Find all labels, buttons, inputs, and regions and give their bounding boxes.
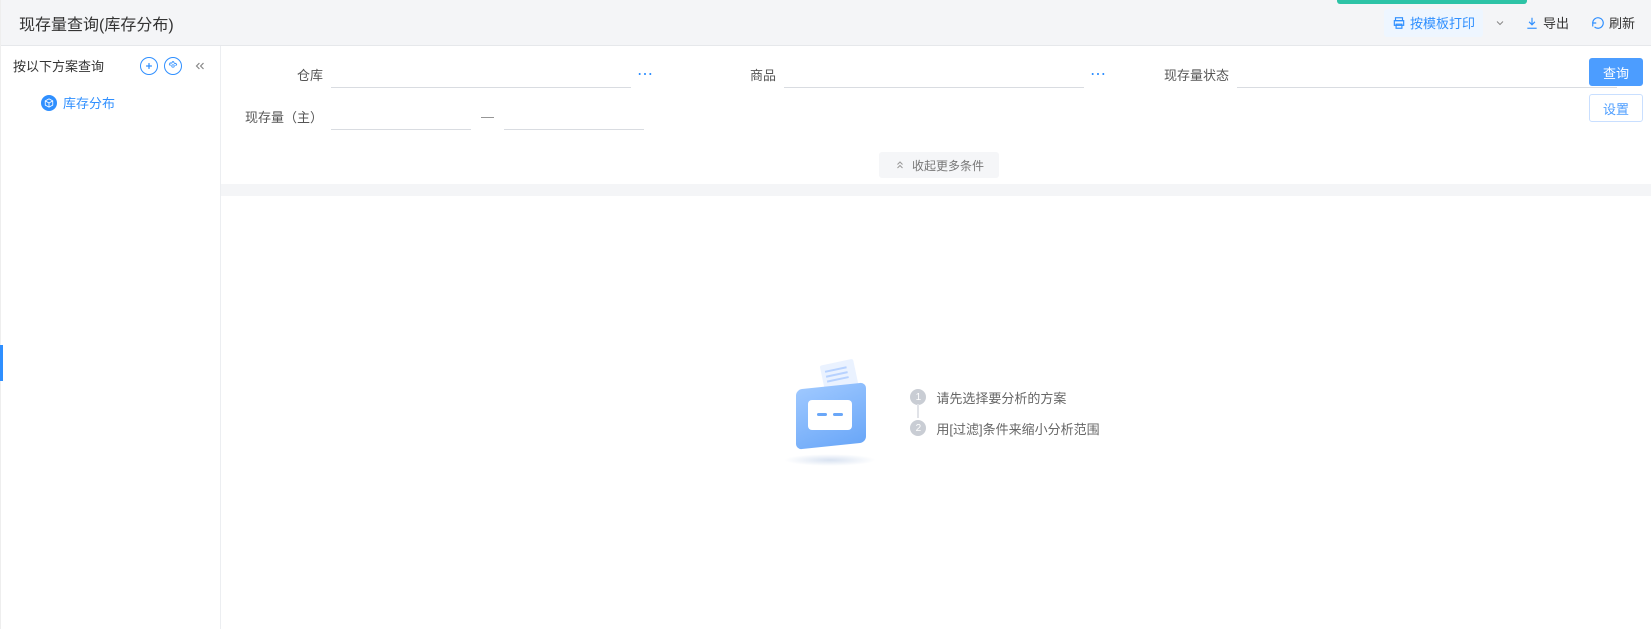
product-picker-icon[interactable]: ⋯ <box>1090 64 1107 84</box>
qty-field: 现存量（主） — <box>241 102 644 130</box>
print-dropdown-button[interactable] <box>1489 9 1511 37</box>
status-label: 现存量状态 <box>1147 65 1237 84</box>
sidebar-item-label: 库存分布 <box>63 93 115 112</box>
sidebar-title: 按以下方案查询 <box>13 56 104 75</box>
empty-illustration <box>778 358 888 468</box>
settings-button[interactable]: 设置 <box>1589 94 1643 122</box>
warehouse-label: 仓库 <box>241 65 331 84</box>
warehouse-picker-icon[interactable]: ⋯ <box>637 64 654 84</box>
status-field: 现存量状态 <box>1147 60 1637 88</box>
action-buttons: 查询 设置 <box>1589 58 1643 122</box>
print-label: 按模板打印 <box>1410 13 1475 32</box>
content-panel: 查询 设置 仓库 ⋯ 商品 ⋯ 现存量状态 <box>221 46 1651 629</box>
product-field: 商品 ⋯ <box>694 60 1107 88</box>
cube-icon <box>41 95 57 111</box>
export-icon <box>1525 16 1539 30</box>
collapse-conditions-button[interactable]: 收起更多条件 <box>879 152 999 178</box>
main-area: 现存量查询(库存分布) 按模板打印 导出 <box>1 0 1651 629</box>
body: 按以下方案查询 库存分布 <box>1 46 1651 629</box>
sidebar-header: 按以下方案查询 <box>13 56 208 75</box>
print-template-button[interactable]: 按模板打印 <box>1384 9 1483 37</box>
sidebar-item-inventory-distribution[interactable]: 库存分布 <box>13 89 208 116</box>
add-scheme-button[interactable] <box>140 57 158 75</box>
step-connector <box>917 404 919 418</box>
empty-step-1: 1 请先选择要分析的方案 <box>910 388 1099 407</box>
qty-label: 现存量（主） <box>241 107 331 126</box>
status-input[interactable] <box>1237 60 1617 88</box>
refresh-label: 刷新 <box>1609 13 1635 32</box>
query-button[interactable]: 查询 <box>1589 58 1643 86</box>
filters-row-1: 仓库 ⋯ 商品 ⋯ 现存量状态 <box>221 46 1651 88</box>
empty-steps: 1 请先选择要分析的方案 2 用[过滤]条件来缩小分析范围 <box>910 382 1099 444</box>
double-chevron-up-icon <box>894 159 906 171</box>
page-title: 现存量查询(库存分布) <box>19 11 174 35</box>
qty-to-input[interactable] <box>504 102 644 130</box>
scheme-settings-button[interactable] <box>164 57 182 75</box>
export-label: 导出 <box>1543 13 1569 32</box>
app-left-rail <box>0 0 1 629</box>
export-button[interactable]: 导出 <box>1517 9 1577 37</box>
empty-state: 1 请先选择要分析的方案 2 用[过滤]条件来缩小分析范围 <box>221 196 1651 629</box>
sidebar-collapse-button[interactable] <box>192 58 208 74</box>
sidebar: 按以下方案查询 库存分布 <box>1 46 221 629</box>
printer-icon <box>1392 16 1406 30</box>
top-bar: 现存量查询(库存分布) 按模板打印 导出 <box>1 0 1651 46</box>
product-label: 商品 <box>694 65 784 84</box>
step-number-2: 2 <box>910 420 926 436</box>
filters-row-2: 现存量（主） — <box>221 88 1651 130</box>
collapse-label: 收起更多条件 <box>912 157 984 174</box>
refresh-icon <box>1591 16 1605 30</box>
divider-gap <box>221 184 1651 196</box>
chevron-down-icon <box>1493 16 1507 30</box>
step-text-1: 请先选择要分析的方案 <box>936 388 1066 407</box>
range-separator: — <box>481 109 494 124</box>
toolbar: 按模板打印 导出 刷新 <box>1384 9 1643 37</box>
warehouse-input[interactable] <box>331 60 631 88</box>
accent-strip <box>1337 0 1527 4</box>
warehouse-field: 仓库 ⋯ <box>241 60 654 88</box>
refresh-button[interactable]: 刷新 <box>1583 9 1643 37</box>
empty-step-2: 2 用[过滤]条件来缩小分析范围 <box>910 419 1099 438</box>
step-text-2: 用[过滤]条件来缩小分析范围 <box>936 419 1099 438</box>
qty-from-input[interactable] <box>331 102 471 130</box>
active-nav-marker <box>0 345 3 381</box>
product-input[interactable] <box>784 60 1084 88</box>
